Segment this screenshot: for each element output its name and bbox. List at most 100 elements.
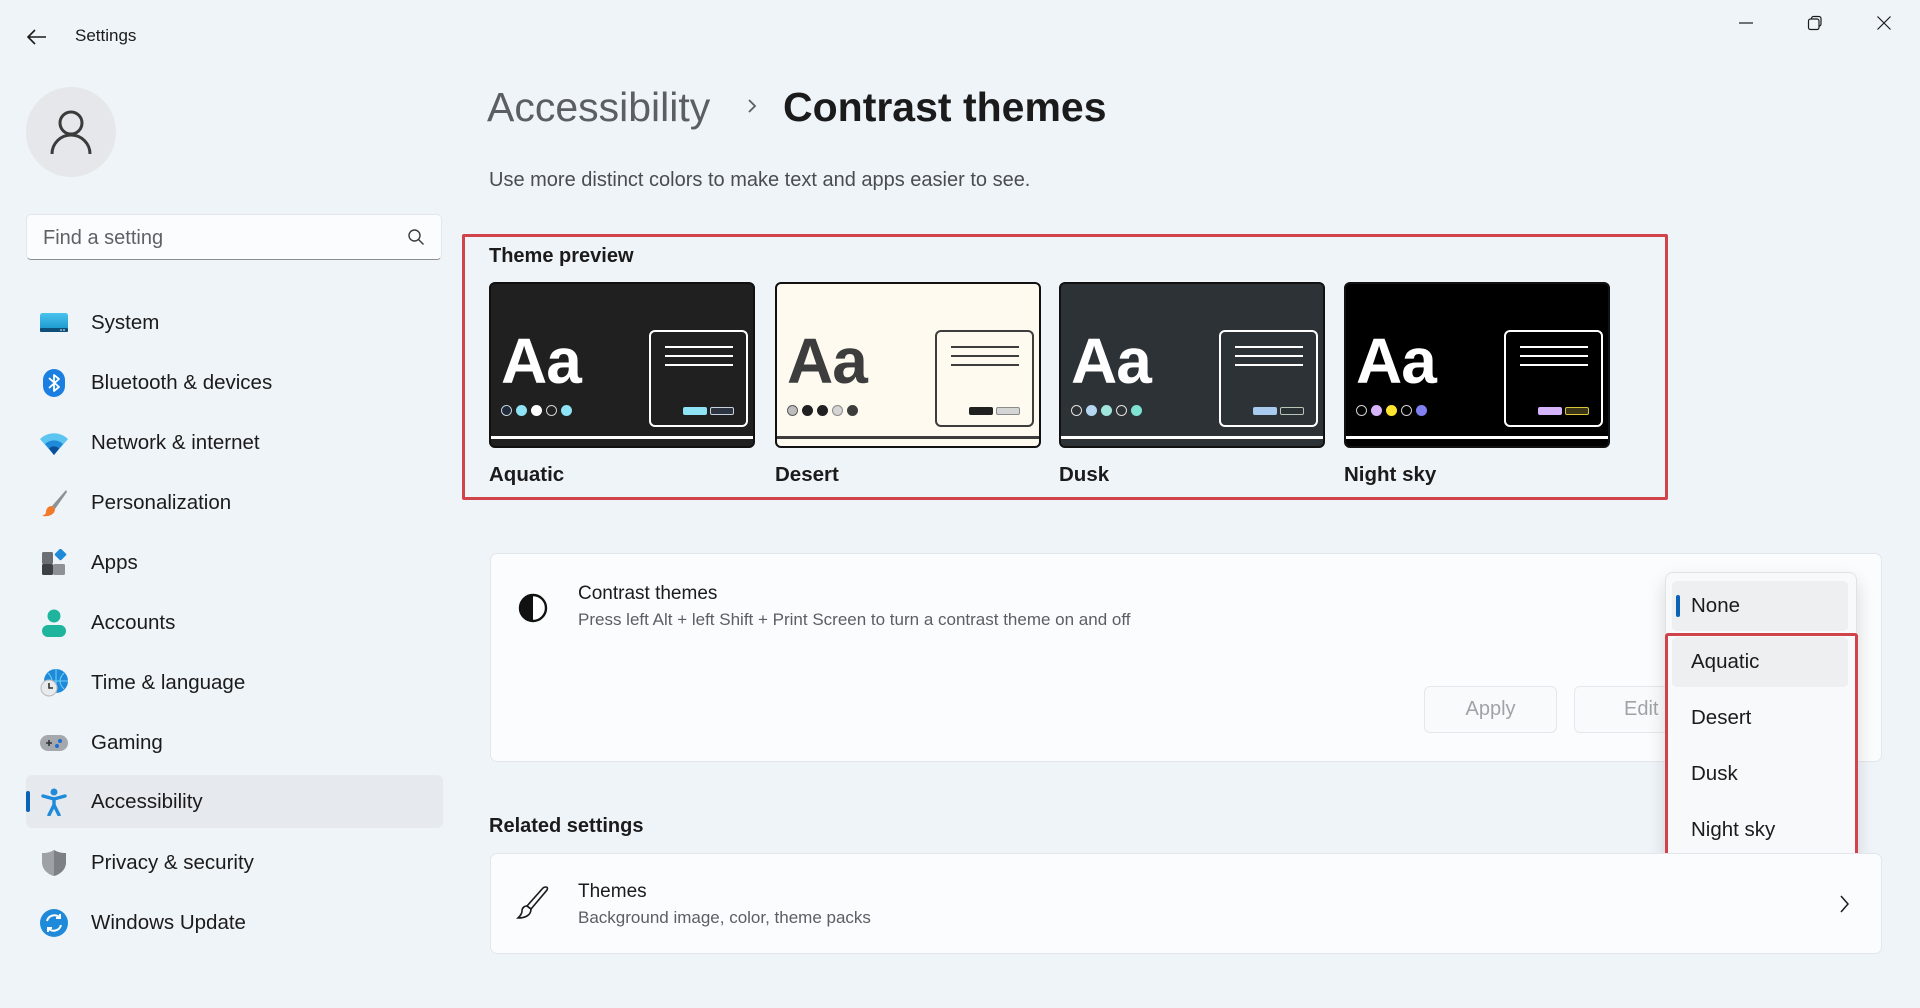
dropdown-option-desert[interactable]: Desert	[1672, 693, 1848, 743]
sidebar-item-label: Gaming	[91, 730, 163, 754]
color-swatch	[561, 405, 572, 416]
apply-button[interactable]: Apply	[1424, 686, 1557, 733]
sidebar-item-privacy[interactable]: Privacy & security	[26, 836, 443, 889]
sidebar-item-network[interactable]: Network & internet	[26, 416, 443, 469]
shield-icon	[42, 850, 66, 876]
back-arrow-icon	[27, 29, 46, 45]
color-swatch	[832, 405, 843, 416]
text-line	[951, 346, 1019, 348]
theme-preview-card[interactable]: Aa	[489, 282, 755, 448]
search-box[interactable]	[26, 214, 442, 261]
sidebar-item-accounts[interactable]: Accounts	[26, 596, 443, 649]
taskbar-line	[1061, 436, 1323, 439]
taskbar-line	[1346, 436, 1608, 439]
theme-preview-card[interactable]: Aa	[1059, 282, 1325, 448]
sidebar-item-apps[interactable]: Apps	[26, 536, 443, 589]
globe-clock-icon	[40, 669, 68, 697]
user-avatar[interactable]	[26, 87, 116, 177]
window-mockup	[649, 330, 748, 427]
close-button[interactable]	[1850, 0, 1918, 46]
color-swatches	[1356, 405, 1427, 416]
color-swatch	[1071, 405, 1082, 416]
theme-preview-card[interactable]: Aa	[1344, 282, 1610, 448]
system-icon	[40, 313, 68, 332]
dropdown-option-none[interactable]: None	[1672, 581, 1848, 631]
text-line	[1235, 364, 1303, 366]
color-swatch	[787, 405, 798, 416]
color-swatch	[1101, 405, 1112, 416]
color-swatch	[1386, 405, 1397, 416]
search-input[interactable]	[41, 215, 405, 261]
accessibility-icon	[41, 788, 67, 816]
person-icon	[50, 110, 92, 155]
sample-text: Aa	[1356, 325, 1437, 397]
page-title: Contrast themes	[783, 84, 1107, 130]
minimize-button[interactable]	[1712, 0, 1780, 46]
sidebar-item-label: Bluetooth & devices	[91, 370, 273, 394]
bluetooth-icon	[43, 369, 65, 397]
theme-name-label: Dusk	[1059, 463, 1110, 486]
mock-button-secondary	[1565, 407, 1589, 415]
taskbar-line	[777, 436, 1039, 439]
wifi-icon	[40, 433, 68, 455]
sample-text: Aa	[1071, 325, 1152, 397]
text-line	[1520, 346, 1588, 348]
dropdown-option-dusk[interactable]: Dusk	[1672, 749, 1848, 799]
color-swatch	[817, 405, 828, 416]
chevron-right-icon	[1840, 895, 1849, 913]
mock-button-secondary	[1280, 407, 1304, 415]
paintbrush-icon	[42, 490, 67, 517]
sidebar-item-label: Network & internet	[91, 430, 260, 454]
text-line	[1520, 355, 1588, 357]
sidebar-item-windows-update[interactable]: Windows Update	[26, 896, 443, 949]
breadcrumb-chevron-icon	[748, 99, 757, 113]
color-swatch	[531, 405, 542, 416]
sidebar-item-bluetooth[interactable]: Bluetooth & devices	[26, 356, 443, 409]
minimize-icon	[1739, 22, 1753, 24]
restore-icon	[1807, 15, 1822, 31]
dropdown-option-night-sky[interactable]: Night sky	[1672, 805, 1848, 855]
theme-preview-card[interactable]: Aa	[775, 282, 1041, 448]
sidebar-item-time-language[interactable]: Time & language	[26, 656, 443, 709]
sidebar-item-gaming[interactable]: Gaming	[26, 716, 443, 769]
contrast-themes-title: Contrast themes	[578, 583, 718, 604]
sample-text: Aa	[501, 325, 582, 397]
sidebar-item-label: Time & language	[91, 670, 246, 694]
option-label: Dusk	[1691, 762, 1738, 785]
update-icon	[40, 909, 68, 937]
color-swatch	[1086, 405, 1097, 416]
search-icon[interactable]	[407, 228, 425, 246]
color-swatch	[501, 405, 512, 416]
mock-button-primary	[1253, 407, 1277, 415]
apps-icon	[42, 549, 67, 575]
related-item-themes[interactable]	[490, 853, 1882, 954]
dropdown-option-aquatic[interactable]: Aquatic	[1672, 637, 1848, 687]
sidebar-item-label: Accounts	[91, 610, 176, 634]
sidebar-item-label: Privacy & security	[91, 850, 254, 874]
themes-description: Background image, color, theme packs	[578, 908, 871, 927]
text-line	[665, 346, 733, 348]
window-mockup	[1219, 330, 1318, 427]
window-mockup	[1504, 330, 1603, 427]
option-label: Desert	[1691, 706, 1752, 729]
text-line	[951, 364, 1019, 366]
color-swatch	[1131, 405, 1142, 416]
color-swatch	[847, 405, 858, 416]
mock-button-secondary	[710, 407, 734, 415]
app-title: Settings	[75, 26, 137, 45]
breadcrumb-parent[interactable]: Accessibility	[487, 84, 710, 131]
option-label: None	[1691, 594, 1741, 617]
theme-name-label: Desert	[775, 463, 839, 486]
sample-text: Aa	[787, 325, 868, 397]
sidebar-item-accessibility[interactable]: Accessibility	[26, 775, 443, 828]
back-button[interactable]	[22, 22, 52, 52]
sidebar-item-label: Personalization	[91, 490, 232, 514]
restore-button[interactable]	[1781, 0, 1849, 46]
sidebar-item-personalization[interactable]: Personalization	[26, 476, 443, 529]
sidebar-item-label: System	[91, 310, 160, 334]
sidebar-item-label: Windows Update	[91, 910, 246, 934]
option-label: Aquatic	[1691, 650, 1760, 673]
person-icon	[42, 609, 66, 637]
sidebar-item-system[interactable]: System	[26, 296, 443, 349]
sidebar-item-label: Accessibility	[91, 789, 203, 813]
